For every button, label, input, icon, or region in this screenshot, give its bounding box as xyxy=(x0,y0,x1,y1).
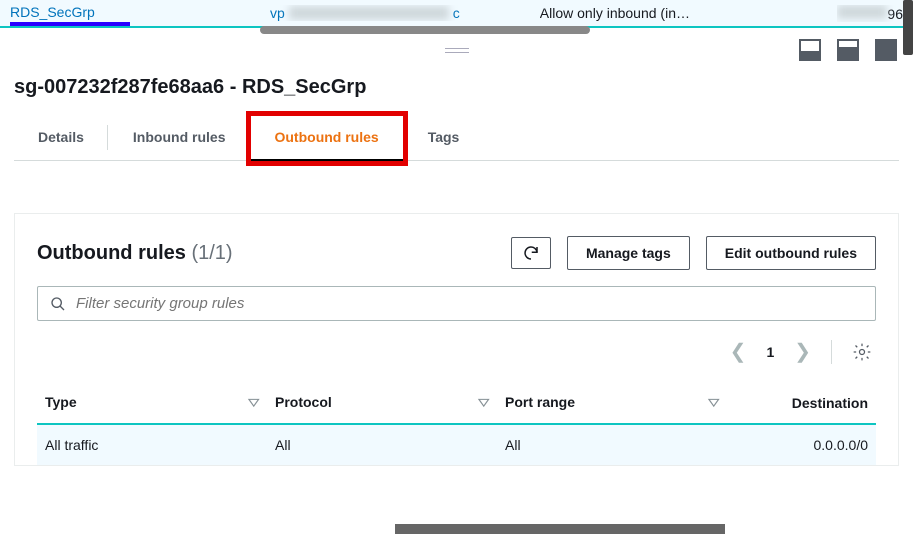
page-title: sg-007232f287fe68aa6 - RDS_SecGrp xyxy=(0,72,913,115)
search-icon xyxy=(50,296,66,312)
col-type-label: Type xyxy=(45,394,77,410)
cell-type: All traffic xyxy=(37,424,267,465)
pagination: ❮ 1 ❯ xyxy=(37,321,876,382)
cell-destination: 0.0.0.0/0 xyxy=(727,424,876,465)
tab-inbound-rules[interactable]: Inbound rules xyxy=(109,115,251,160)
sort-icon: ▽ xyxy=(708,397,719,409)
col-destination[interactable]: Destination xyxy=(727,382,876,424)
col-destination-label: Destination xyxy=(792,395,868,411)
tabs: Details Inbound rules Outbound rules Tag… xyxy=(14,115,899,161)
sort-icon: ▽ xyxy=(478,397,489,409)
panel-title: Outbound rules (1/1) xyxy=(37,242,233,265)
owner-redacted xyxy=(837,5,887,19)
divider xyxy=(831,340,832,364)
sg-name-link[interactable]: RDS_SecGrp xyxy=(10,4,130,26)
panel-title-text: Outbound rules xyxy=(37,242,186,264)
edit-outbound-rules-button[interactable]: Edit outbound rules xyxy=(706,236,876,270)
rules-table: Type▽ Protocol▽ Port range▽ Destination … xyxy=(37,382,876,465)
col-protocol[interactable]: Protocol ▽ xyxy=(267,382,497,424)
refresh-button[interactable] xyxy=(511,237,551,269)
tab-tags[interactable]: Tags xyxy=(404,115,485,160)
refresh-icon xyxy=(522,244,540,262)
col-type[interactable]: Type ▽ xyxy=(37,382,267,424)
next-page-button[interactable]: ❯ xyxy=(794,339,811,364)
col-protocol-label: Protocol xyxy=(275,394,332,410)
manage-tags-button[interactable]: Manage tags xyxy=(567,236,690,270)
vpc-prefix: vp xyxy=(270,5,285,21)
table-row[interactable]: All traffic All All 0.0.0.0/0 xyxy=(37,424,876,465)
panel-count: (1/1) xyxy=(191,242,232,264)
col-port-range-label: Port range xyxy=(505,394,575,410)
panel-resize-handle[interactable] xyxy=(0,28,913,72)
page-number: 1 xyxy=(766,344,774,360)
owner-suffix: 96 xyxy=(887,6,903,22)
settings-button[interactable] xyxy=(852,342,872,362)
cell-protocol: All xyxy=(267,424,497,465)
tab-details[interactable]: Details xyxy=(14,115,109,160)
sort-icon: ▽ xyxy=(248,397,259,409)
sg-list-row[interactable]: RDS_SecGrp vp c Allow only inbound (in… … xyxy=(0,0,913,28)
sg-description: Allow only inbound (in… xyxy=(540,5,740,21)
layout-full-button[interactable] xyxy=(875,39,897,61)
layout-split-bottom-button[interactable] xyxy=(799,39,821,61)
outbound-rules-panel: Outbound rules (1/1) Manage tags Edit ou… xyxy=(14,213,899,466)
filter-box[interactable] xyxy=(37,286,876,321)
vpc-id-redacted xyxy=(289,6,449,20)
filter-input[interactable] xyxy=(76,295,863,312)
vpc-link[interactable]: vp c xyxy=(270,5,460,21)
vpc-suffix: c xyxy=(453,5,460,21)
grip-icon xyxy=(445,48,469,53)
col-port-range[interactable]: Port range ▽ xyxy=(497,382,727,424)
layout-split-half-button[interactable] xyxy=(837,39,859,61)
horizontal-scrollbar-bottom[interactable] xyxy=(395,524,725,534)
tab-outbound-rules[interactable]: Outbound rules xyxy=(250,115,403,162)
cell-port-range: All xyxy=(497,424,727,465)
prev-page-button[interactable]: ❮ xyxy=(730,339,747,364)
sg-owner: 96 xyxy=(837,5,903,22)
